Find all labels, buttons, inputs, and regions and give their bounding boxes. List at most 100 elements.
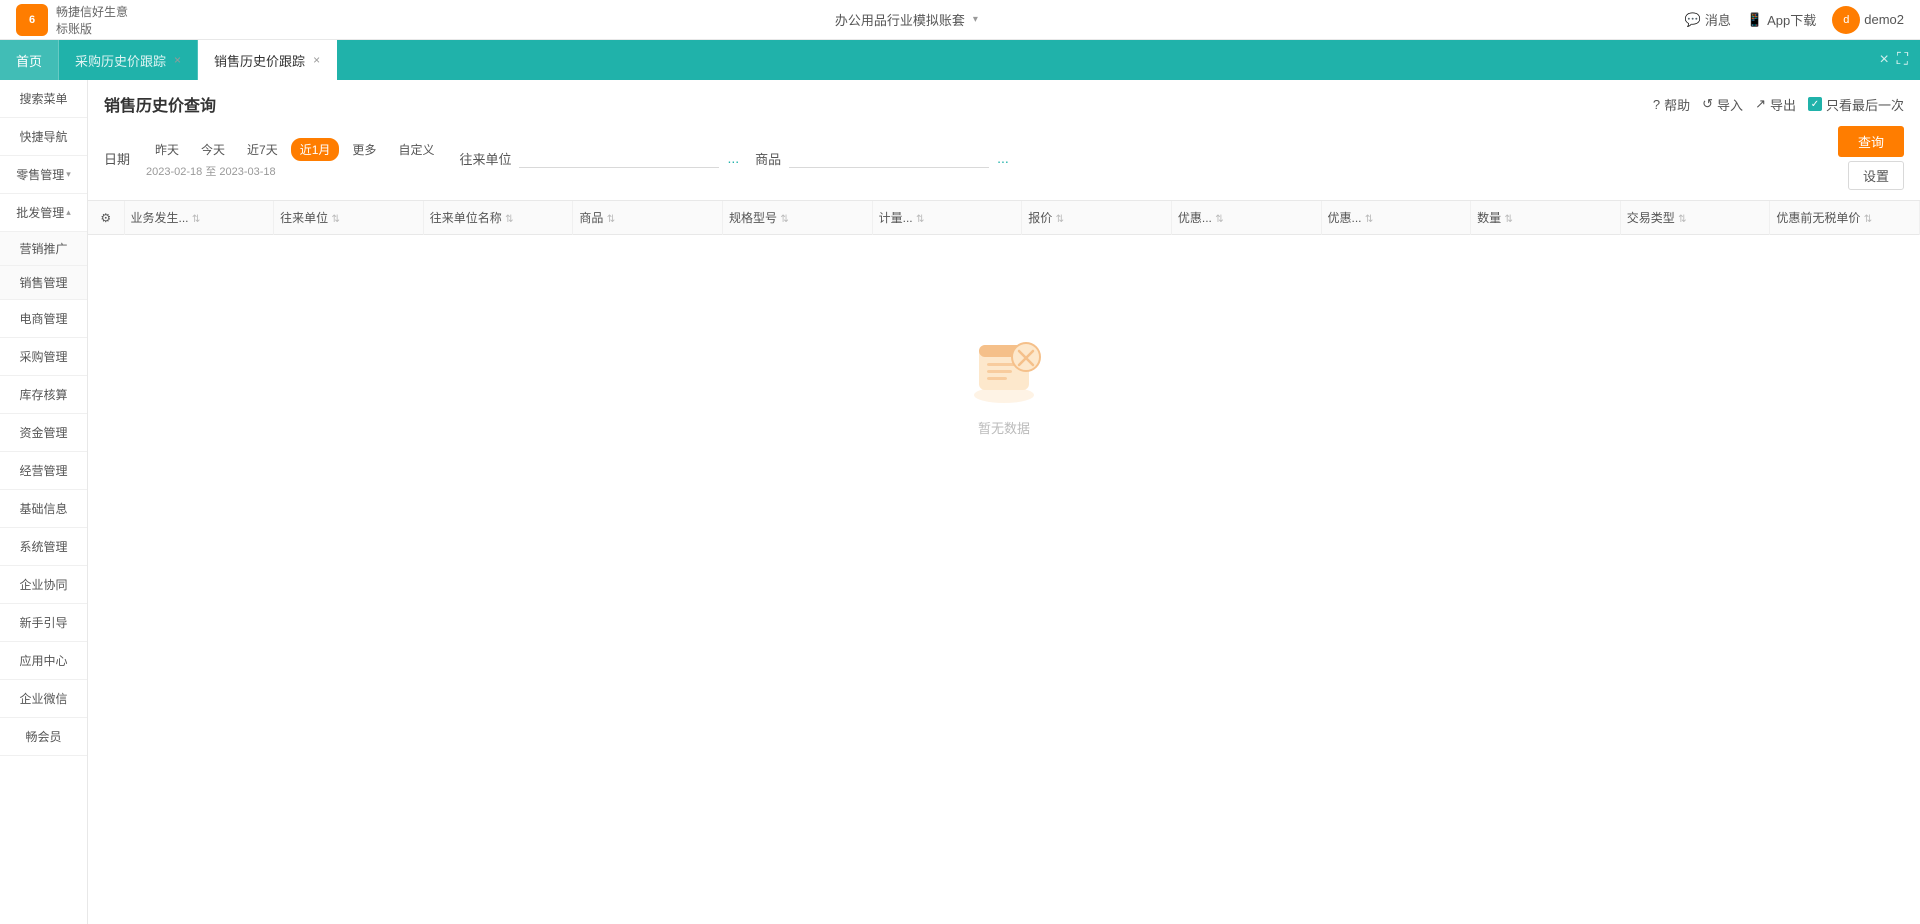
sidebar-ecommerce-label: 电商管理 bbox=[4, 310, 83, 327]
th-counterpart-name[interactable]: 往来单位名称 ⇅ bbox=[423, 201, 573, 235]
wholesale-expand-icon: ▴ bbox=[66, 207, 71, 218]
sidebar-item-new-guide[interactable]: 新手引导 bbox=[0, 604, 87, 642]
app-logo: 6 bbox=[16, 4, 48, 36]
import-btn[interactable]: ↺ 导入 bbox=[1702, 95, 1743, 114]
app-download-btn[interactable]: 📱 App下载 bbox=[1747, 10, 1816, 29]
goods-picker-btn[interactable]: ... bbox=[997, 150, 1009, 166]
sidebar-item-wholesale-mgmt[interactable]: 批发管理 ▴ bbox=[0, 194, 87, 232]
help-btn[interactable]: ? 帮助 bbox=[1653, 95, 1690, 114]
sidebar-item-system-mgmt[interactable]: 系统管理 bbox=[0, 528, 87, 566]
import-icon: ↺ bbox=[1702, 96, 1713, 112]
th-gear[interactable]: ⚙ bbox=[88, 201, 124, 235]
page-header: 销售历史价查询 ? 帮助 ↺ 导入 ↗ 导出 ✓ bbox=[88, 80, 1920, 201]
th-qty[interactable]: 数量 ⇅ bbox=[1471, 201, 1621, 235]
sidebar-item-purchase-mgmt[interactable]: 采购管理 bbox=[0, 338, 87, 376]
date-btn-7days[interactable]: 近7天 bbox=[238, 138, 287, 161]
sidebar-purchase-mgmt-label: 采购管理 bbox=[4, 348, 83, 365]
goods-filter-group: 商品 ... bbox=[755, 148, 1009, 168]
export-icon: ↗ bbox=[1755, 96, 1766, 112]
tab-home[interactable]: 首页 bbox=[0, 40, 59, 80]
sidebar-marketing-label: 营销推广 bbox=[4, 240, 83, 257]
sidebar-enterprise-wechat-label: 企业微信 bbox=[4, 690, 83, 707]
th-discount2[interactable]: 优惠... ⇅ bbox=[1321, 201, 1471, 235]
sidebar: 搜索菜单 快捷导航 零售管理 ▾ 批发管理 ▴ 营销推广 销售管理 电商管理 采… bbox=[0, 80, 88, 924]
tab-home-label: 首页 bbox=[16, 51, 42, 70]
sidebar-item-basic-info[interactable]: 基础信息 bbox=[0, 490, 87, 528]
sidebar-item-ops-mgmt[interactable]: 经营管理 bbox=[0, 452, 87, 490]
sidebar-item-sales-mgmt[interactable]: 销售管理 bbox=[0, 266, 87, 300]
top-bar: 6 畅捷信好生意 标账版 办公用品行业模拟账套 ▾ 💬 消息 📱 App下载 d… bbox=[0, 0, 1920, 40]
sidebar-item-retail-mgmt[interactable]: 零售管理 ▾ bbox=[0, 156, 87, 194]
help-icon: ? bbox=[1653, 97, 1660, 112]
tab-purchase-close[interactable]: × bbox=[174, 53, 181, 67]
app-name: 畅捷信好生意 标账版 bbox=[56, 3, 128, 37]
setting-btn[interactable]: 设置 bbox=[1848, 161, 1904, 190]
goods-input[interactable] bbox=[789, 148, 989, 168]
app-selector-label: 办公用品行业模拟账套 bbox=[835, 10, 965, 29]
sidebar-app-center-label: 应用中心 bbox=[4, 652, 83, 669]
tab-sales-close[interactable]: × bbox=[313, 53, 320, 67]
counterpart-picker-btn[interactable]: ... bbox=[727, 150, 739, 166]
sidebar-item-member[interactable]: 畅会员 bbox=[0, 718, 87, 756]
date-range-text: 2023-02-18 至 2023-03-18 bbox=[146, 163, 443, 179]
sidebar-wholesale-mgmt-label: 批发管理 bbox=[16, 204, 64, 221]
th-quote[interactable]: 报价 ⇅ bbox=[1022, 201, 1172, 235]
tab-sales-history[interactable]: 销售历史价跟踪 × bbox=[198, 40, 337, 80]
user-menu[interactable]: d demo2 bbox=[1832, 6, 1904, 34]
tab-expand-btn[interactable]: ⛶ bbox=[1897, 51, 1908, 69]
th-unit[interactable]: 计量... ⇅ bbox=[872, 201, 1022, 235]
sidebar-item-enterprise-wechat[interactable]: 企业微信 bbox=[0, 680, 87, 718]
app-selector-arrow: ▾ bbox=[973, 14, 978, 25]
content-area: 销售历史价查询 ? 帮助 ↺ 导入 ↗ 导出 ✓ bbox=[88, 80, 1920, 924]
message-icon: 💬 bbox=[1685, 12, 1701, 28]
tab-sales-history-label: 销售历史价跟踪 bbox=[214, 51, 305, 70]
tab-bar-actions: × ⛶ bbox=[1879, 51, 1920, 69]
date-btn-yesterday[interactable]: 昨天 bbox=[146, 138, 188, 161]
empty-state: 暂无数据 bbox=[88, 235, 1920, 517]
th-discount1[interactable]: 优惠... ⇅ bbox=[1171, 201, 1321, 235]
retail-expand-icon: ▾ bbox=[66, 169, 71, 180]
app-selector[interactable]: 办公用品行业模拟账套 ▾ bbox=[835, 10, 978, 29]
date-btn-custom[interactable]: 自定义 bbox=[389, 138, 443, 161]
empty-text: 暂无数据 bbox=[978, 418, 1030, 437]
tab-purchase-history-label: 采购历史价跟踪 bbox=[75, 51, 166, 70]
date-btn-group: 昨天 今天 近7天 近1月 更多 自定义 bbox=[146, 138, 443, 161]
help-label: 帮助 bbox=[1664, 95, 1690, 114]
sidebar-item-marketing[interactable]: 营销推广 bbox=[0, 232, 87, 266]
avatar: d bbox=[1832, 6, 1860, 34]
export-btn[interactable]: ↗ 导出 bbox=[1755, 95, 1796, 114]
th-pre-tax[interactable]: 优惠前无税单价 ⇅ bbox=[1770, 201, 1920, 235]
query-btn[interactable]: 查询 bbox=[1838, 126, 1904, 157]
th-counterpart[interactable]: 往来单位 ⇅ bbox=[274, 201, 424, 235]
th-biz-date[interactable]: 业务发生... ⇅ bbox=[124, 201, 274, 235]
date-filter-group: 昨天 今天 近7天 近1月 更多 自定义 2023-02-18 至 2023-0… bbox=[146, 138, 443, 179]
only-last-checkbox[interactable]: ✓ 只看最后一次 bbox=[1808, 95, 1904, 114]
sidebar-item-quick-nav[interactable]: 快捷导航 bbox=[0, 118, 87, 156]
sidebar-new-guide-label: 新手引导 bbox=[4, 614, 83, 631]
sidebar-inventory-label: 库存核算 bbox=[4, 386, 83, 403]
th-trade-type[interactable]: 交易类型 ⇅ bbox=[1620, 201, 1770, 235]
user-name: demo2 bbox=[1864, 12, 1904, 27]
tab-purchase-history[interactable]: 采购历史价跟踪 × bbox=[59, 40, 198, 80]
sidebar-item-ecommerce[interactable]: 电商管理 bbox=[0, 300, 87, 338]
app-download-label: App下载 bbox=[1767, 10, 1816, 29]
th-goods[interactable]: 商品 ⇅ bbox=[573, 201, 723, 235]
sidebar-item-inventory[interactable]: 库存核算 bbox=[0, 376, 87, 414]
sidebar-item-search-menu[interactable]: 搜索菜单 bbox=[0, 80, 87, 118]
only-last-check-icon: ✓ bbox=[1808, 97, 1822, 111]
sidebar-item-enterprise-collab[interactable]: 企业协同 bbox=[0, 566, 87, 604]
th-spec[interactable]: 规格型号 ⇅ bbox=[723, 201, 873, 235]
counterpart-input[interactable] bbox=[519, 148, 719, 168]
sidebar-item-app-center[interactable]: 应用中心 bbox=[0, 642, 87, 680]
tab-close-window-btn[interactable]: × bbox=[1879, 51, 1888, 69]
sidebar-item-finance[interactable]: 资金管理 bbox=[0, 414, 87, 452]
table-header-row: ⚙ 业务发生... ⇅ 往来单位 ⇅ 往来单位名称 ⇅ 商品 ⇅ 规格型号 ⇅ … bbox=[88, 201, 1920, 235]
date-btn-more[interactable]: 更多 bbox=[343, 138, 385, 161]
date-btn-1month[interactable]: 近1月 bbox=[291, 138, 340, 161]
date-btn-today[interactable]: 今天 bbox=[192, 138, 234, 161]
date-filter-label: 日期 bbox=[104, 149, 130, 168]
sidebar-system-mgmt-label: 系统管理 bbox=[4, 538, 83, 555]
message-btn[interactable]: 💬 消息 bbox=[1685, 10, 1731, 29]
top-bar-right: 💬 消息 📱 App下载 d demo2 bbox=[1685, 6, 1904, 34]
sidebar-sales-mgmt-label: 销售管理 bbox=[4, 274, 83, 291]
